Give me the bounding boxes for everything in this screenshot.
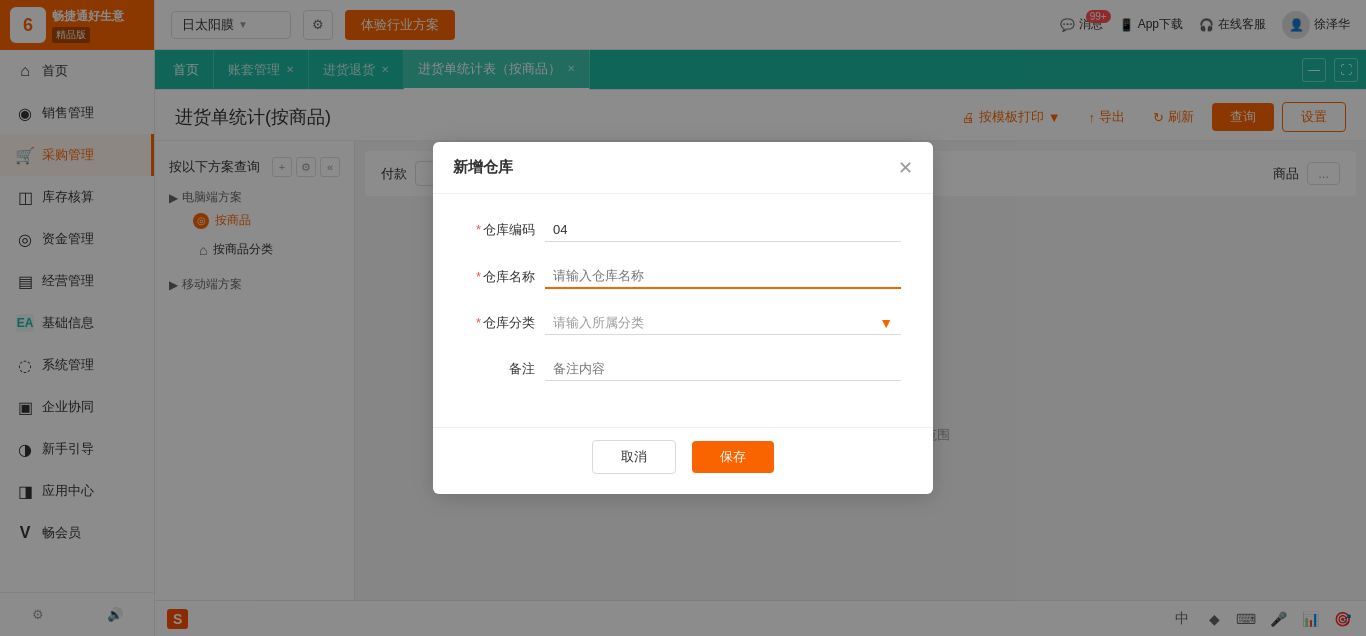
modal-overlay[interactable]: 新增仓库 ✕ 仓库编码 仓库名称 仓库分类 请输入所属分类 ▼ bbox=[0, 0, 1366, 636]
dialog-footer: 取消 保存 bbox=[433, 427, 933, 494]
name-label: 仓库名称 bbox=[465, 268, 545, 286]
form-item-category: 仓库分类 请输入所属分类 ▼ bbox=[465, 311, 901, 335]
note-label: 备注 bbox=[465, 360, 545, 378]
name-input[interactable] bbox=[545, 264, 901, 289]
form-item-name: 仓库名称 bbox=[465, 264, 901, 289]
dialog-body: 仓库编码 仓库名称 仓库分类 请输入所属分类 ▼ 备注 bbox=[433, 194, 933, 427]
new-warehouse-dialog: 新增仓库 ✕ 仓库编码 仓库名称 仓库分类 请输入所属分类 ▼ bbox=[433, 142, 933, 494]
code-input[interactable] bbox=[545, 218, 901, 242]
code-label: 仓库编码 bbox=[465, 221, 545, 239]
form-item-code: 仓库编码 bbox=[465, 218, 901, 242]
dialog-header: 新增仓库 ✕ bbox=[433, 142, 933, 194]
note-input[interactable] bbox=[545, 357, 901, 381]
dialog-close-btn[interactable]: ✕ bbox=[898, 159, 913, 177]
cancel-button[interactable]: 取消 bbox=[592, 440, 676, 474]
category-label: 仓库分类 bbox=[465, 314, 545, 332]
dialog-title: 新增仓库 bbox=[453, 158, 513, 177]
category-select[interactable]: 请输入所属分类 bbox=[545, 311, 901, 335]
category-select-wrapper: 请输入所属分类 ▼ bbox=[545, 311, 901, 335]
save-button[interactable]: 保存 bbox=[692, 441, 774, 473]
form-item-note: 备注 bbox=[465, 357, 901, 381]
